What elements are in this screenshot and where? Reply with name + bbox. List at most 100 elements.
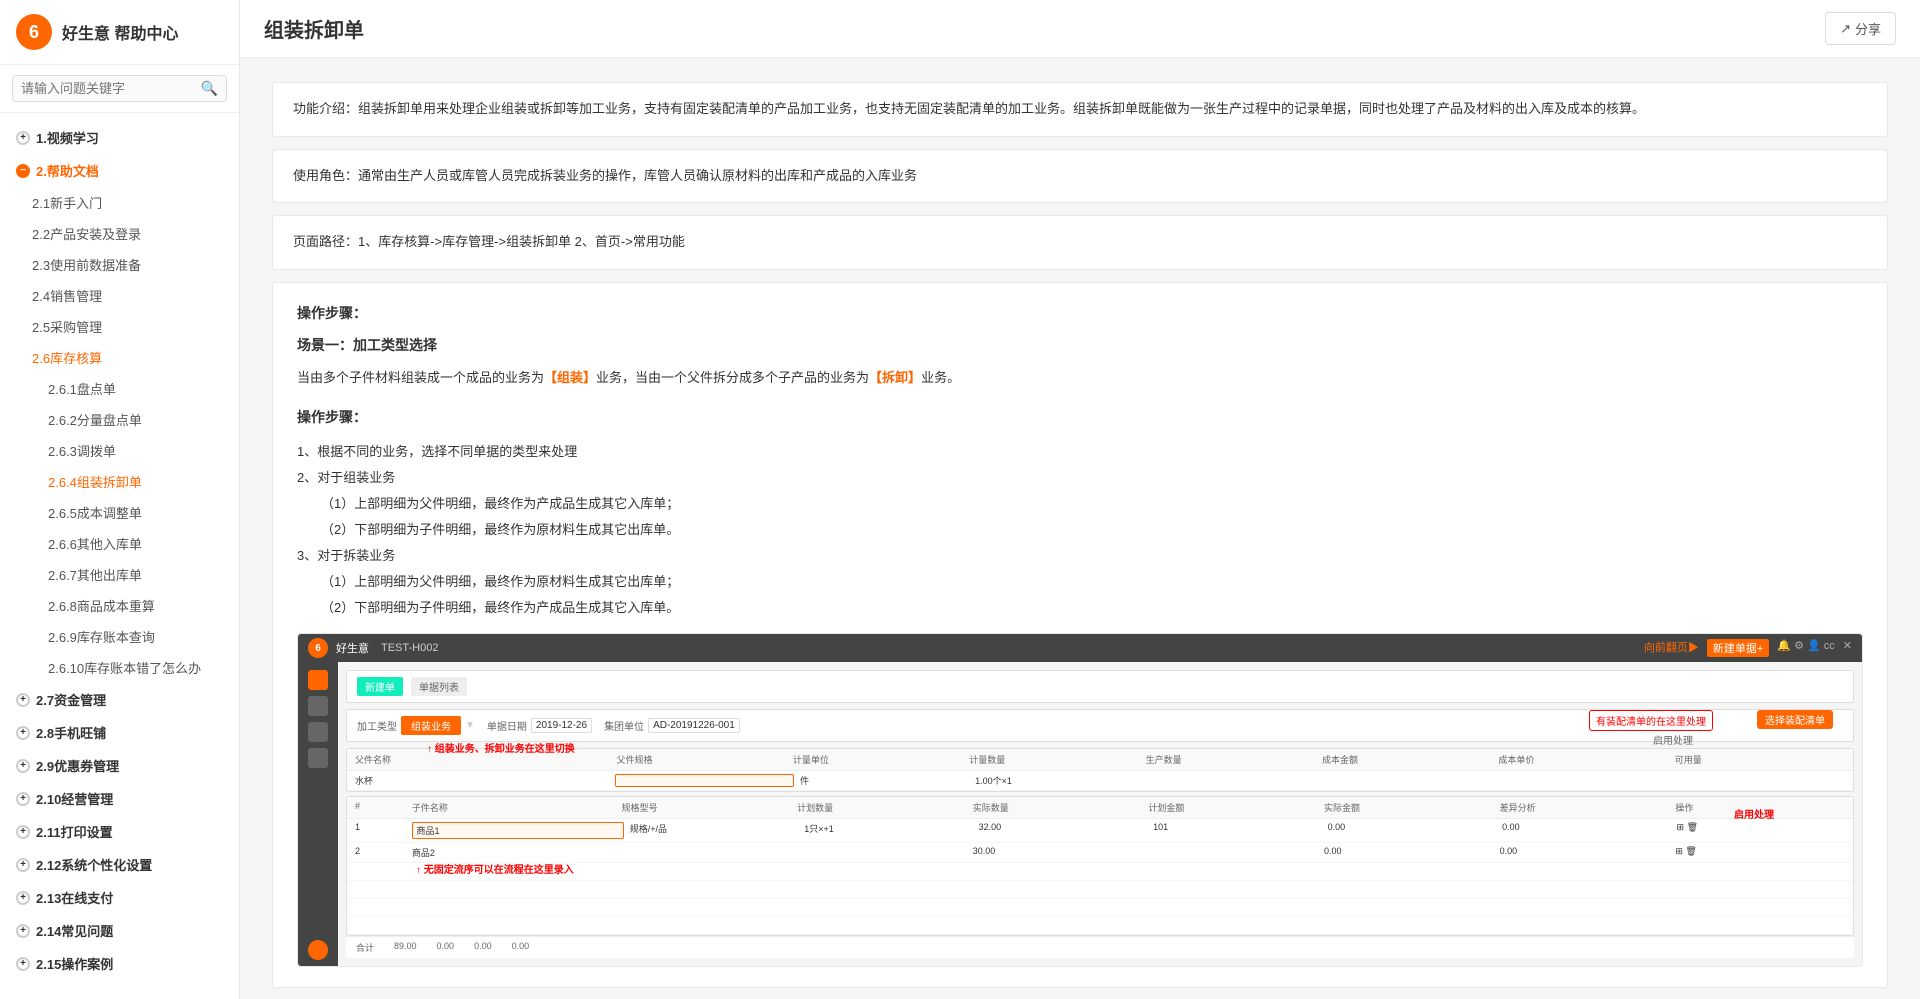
callout-enable-process: 启用处理 bbox=[1734, 806, 1774, 821]
app-parent-row-1: 水杯 件 1.00个×1 bbox=[347, 771, 1853, 791]
sidebar-item-video[interactable]: + 1.视频学习 bbox=[0, 121, 239, 154]
expand-icon-docs: − bbox=[16, 164, 30, 178]
sidebar-item-2-12[interactable]: + 2.12系统个性化设置 bbox=[0, 848, 239, 881]
sidebar-item-docs-2-5[interactable]: 2.5采购管理 bbox=[0, 311, 239, 342]
path-block: 页面路径：1、库存核算->库存管理->组装拆卸单 2、首页->常用功能 bbox=[272, 215, 1888, 270]
app-bottom-bar: 合计 89.00 0.00 0.00 0.00 bbox=[346, 936, 1854, 958]
app-sub-row-2-ops[interactable]: ⊞ 🗑 bbox=[1675, 846, 1845, 859]
sidebar: 6 好生意 帮助中心 🔍 + 1.视频学习 − 2.帮助文档 2.1新手入门 2… bbox=[0, 0, 240, 999]
sidebar-item-2-6-9[interactable]: 2.6.9库存账本查询 bbox=[0, 621, 239, 652]
sidebar-item-2-14[interactable]: + 2.14常见问题 bbox=[0, 914, 239, 947]
app-sub-row-2-name: 商品2 bbox=[412, 846, 616, 859]
callout-switch: ↑ 组装业务、拆卸业务在这里切换 bbox=[427, 740, 575, 755]
app-sub-row-4 bbox=[347, 881, 1853, 899]
app-id: TEST-H002 bbox=[381, 642, 438, 654]
sidebar-item-2-6-5[interactable]: 2.6.5成本调整单 bbox=[0, 497, 239, 528]
sidebar-item-2-6-10[interactable]: 2.6.10库存账本错了怎么办 bbox=[0, 652, 239, 683]
expand-icon-2-7: + bbox=[16, 693, 30, 707]
page-title: 组装拆卸单 bbox=[264, 14, 364, 43]
expand-icon-2-12: + bbox=[16, 858, 30, 872]
sidebar-item-2-6-4[interactable]: 2.6.4组装拆卸单 bbox=[0, 466, 239, 497]
sidebar-item-2-10[interactable]: + 2.10经营管理 bbox=[0, 782, 239, 815]
app-total-2: 0.00 bbox=[437, 941, 455, 954]
app-field-approve-label: 启用处理 bbox=[1653, 732, 1693, 747]
app-tab-new[interactable]: 新建单 bbox=[357, 677, 403, 696]
share-button[interactable]: ↗ 分享 bbox=[1825, 12, 1896, 45]
sidebar-item-2-11[interactable]: + 2.11打印设置 bbox=[0, 815, 239, 848]
app-parent-row-1-unit: 件 bbox=[800, 774, 969, 787]
app-total-4: 0.00 bbox=[512, 941, 530, 954]
step1: 1、根据不同的业务，选择不同单据的类型来处理 bbox=[297, 439, 1863, 465]
app-sub-row-1-plan-qty: 1只×+1 bbox=[804, 822, 972, 839]
intro-block: 功能介绍：组装拆卸单用来处理企业组装或拆卸等加工业务，支持有固定装配清单的产品加… bbox=[272, 82, 1888, 137]
role-text: 使用角色：通常由生产人员或库管人员完成拆装业务的操作，库管人员确认原材料的出库和… bbox=[293, 168, 917, 183]
app-sub-row-2-plan-qty bbox=[797, 846, 967, 859]
app-parent-row-1-spec[interactable] bbox=[615, 774, 794, 787]
app-sub-header-spec: 规格型号 bbox=[621, 801, 791, 814]
app-sub-row-1-num: 1 bbox=[355, 822, 406, 839]
app-sidebar-icon-1 bbox=[308, 670, 328, 690]
logo-area: 6 好生意 帮助中心 bbox=[0, 0, 239, 65]
expand-icon-2-14: + bbox=[16, 924, 30, 938]
app-field-date-value[interactable]: 2019-12-26 bbox=[531, 718, 592, 733]
app-sub-header-diff: 差异分析 bbox=[1500, 801, 1670, 814]
app-header-cost-price: 成本单价 bbox=[1498, 753, 1668, 766]
app-header-unit: 计量单位 bbox=[793, 753, 963, 766]
app-sub-row-5 bbox=[347, 899, 1853, 917]
sidebar-item-2-8[interactable]: + 2.8手机旺铺 bbox=[0, 716, 239, 749]
app-header-prod-qty: 生产数量 bbox=[1146, 753, 1316, 766]
sidebar-item-docs-2-4[interactable]: 2.4销售管理 bbox=[0, 280, 239, 311]
app-new-doc-btn[interactable]: 新建单据+ bbox=[1707, 639, 1769, 657]
app-sub-row-2-spec bbox=[621, 846, 791, 859]
app-sub-header-num: # bbox=[355, 801, 406, 814]
app-total-1: 89.00 bbox=[394, 941, 417, 954]
sidebar-item-2-13[interactable]: + 2.13在线支付 bbox=[0, 881, 239, 914]
search-input[interactable] bbox=[21, 81, 201, 96]
app-sub-header-plan-amt: 计划金额 bbox=[1148, 801, 1318, 814]
app-header-avail: 可用量 bbox=[1675, 753, 1845, 766]
app-sub-header-actual-qty: 实际数量 bbox=[973, 801, 1143, 814]
screenshot-wrapper: 6 好生意 TEST-H002 向前翻页▶ 新建单据+ 🔔 ⚙ 👤 cc ✕ bbox=[298, 634, 1862, 966]
app-field-type: 加工类型 组装业务 ▼ bbox=[357, 716, 475, 735]
sidebar-item-2-7[interactable]: + 2.7资金管理 bbox=[0, 683, 239, 716]
role-block: 使用角色：通常由生产人员或库管人员完成拆装业务的操作，库管人员确认原材料的出库和… bbox=[272, 149, 1888, 204]
app-close-btn[interactable]: ✕ bbox=[1843, 639, 1852, 657]
app-nav-forward[interactable]: 向前翻页▶ bbox=[1644, 639, 1699, 657]
app-main-content: 新建单 单据列表 加工类型 组装业务 ▼ bbox=[338, 662, 1862, 966]
search-icon[interactable]: 🔍 bbox=[201, 80, 218, 97]
sidebar-item-2-6-3[interactable]: 2.6.3调拨单 bbox=[0, 435, 239, 466]
sidebar-item-2-9[interactable]: + 2.9优惠券管理 bbox=[0, 749, 239, 782]
sidebar-item-2-6-8[interactable]: 2.6.8商品成本重算 bbox=[0, 590, 239, 621]
expand-icon-2-11: + bbox=[16, 825, 30, 839]
app-sub-row-1-spec: 规格/+/品 bbox=[630, 822, 798, 839]
expand-icon-2-13: + bbox=[16, 891, 30, 905]
app-actions: 向前翻页▶ 新建单据+ 🔔 ⚙ 👤 cc ✕ bbox=[1644, 639, 1852, 657]
app-sub-row-1-actual-qty: 32.00 bbox=[979, 822, 1147, 839]
app-field-assembly-value[interactable]: AD-20191226-001 bbox=[648, 718, 740, 733]
expand-icon-2-10: + bbox=[16, 792, 30, 806]
sidebar-item-docs[interactable]: − 2.帮助文档 bbox=[0, 154, 239, 187]
app-select-bom-btn[interactable]: 选择装配清单 bbox=[1757, 710, 1833, 729]
app-sub-header-plan-qty: 计划数量 bbox=[797, 801, 967, 814]
sidebar-item-docs-2-2[interactable]: 2.2产品安装及登录 bbox=[0, 218, 239, 249]
intro-text: 功能介绍：组装拆卸单用来处理企业组装或拆卸等加工业务，支持有固定装配清单的产品加… bbox=[293, 101, 1645, 116]
app-sidebar-mini bbox=[298, 662, 338, 966]
sidebar-item-2-6-1[interactable]: 2.6.1盘点单 bbox=[0, 373, 239, 404]
app-type-select[interactable]: 组装业务 bbox=[401, 716, 461, 735]
sidebar-item-2-6-7[interactable]: 2.6.7其他出库单 bbox=[0, 559, 239, 590]
app-sub-row-1-name[interactable]: 商品1 bbox=[412, 822, 624, 839]
step2: 2、对于组装业务 bbox=[297, 465, 1863, 491]
sidebar-item-2-6-2[interactable]: 2.6.2分量盘点单 bbox=[0, 404, 239, 435]
steps-main-title: 操作步骤： bbox=[297, 303, 1863, 323]
steps-block: 操作步骤： 场景一：加工类型选择 当由多个子件材料组装成一个成品的业务为【组装】… bbox=[272, 282, 1888, 988]
expand-icon-2-9: + bbox=[16, 759, 30, 773]
app-tab-list[interactable]: 单据列表 bbox=[411, 677, 467, 696]
sidebar-item-docs-2-1[interactable]: 2.1新手入门 bbox=[0, 187, 239, 218]
app-sub-row-1-plan-amt: 101 bbox=[1153, 822, 1321, 839]
search-area: 🔍 bbox=[0, 65, 239, 113]
sidebar-item-docs-2-3[interactable]: 2.3使用前数据准备 bbox=[0, 249, 239, 280]
sidebar-item-2-15[interactable]: + 2.15操作案例 bbox=[0, 947, 239, 980]
sidebar-item-docs-2-6[interactable]: 2.6库存核算 bbox=[0, 342, 239, 373]
app-sub-row-1-ops[interactable]: ⊞ 🗑 bbox=[1677, 822, 1845, 839]
sidebar-item-2-6-6[interactable]: 2.6.6其他入库单 bbox=[0, 528, 239, 559]
